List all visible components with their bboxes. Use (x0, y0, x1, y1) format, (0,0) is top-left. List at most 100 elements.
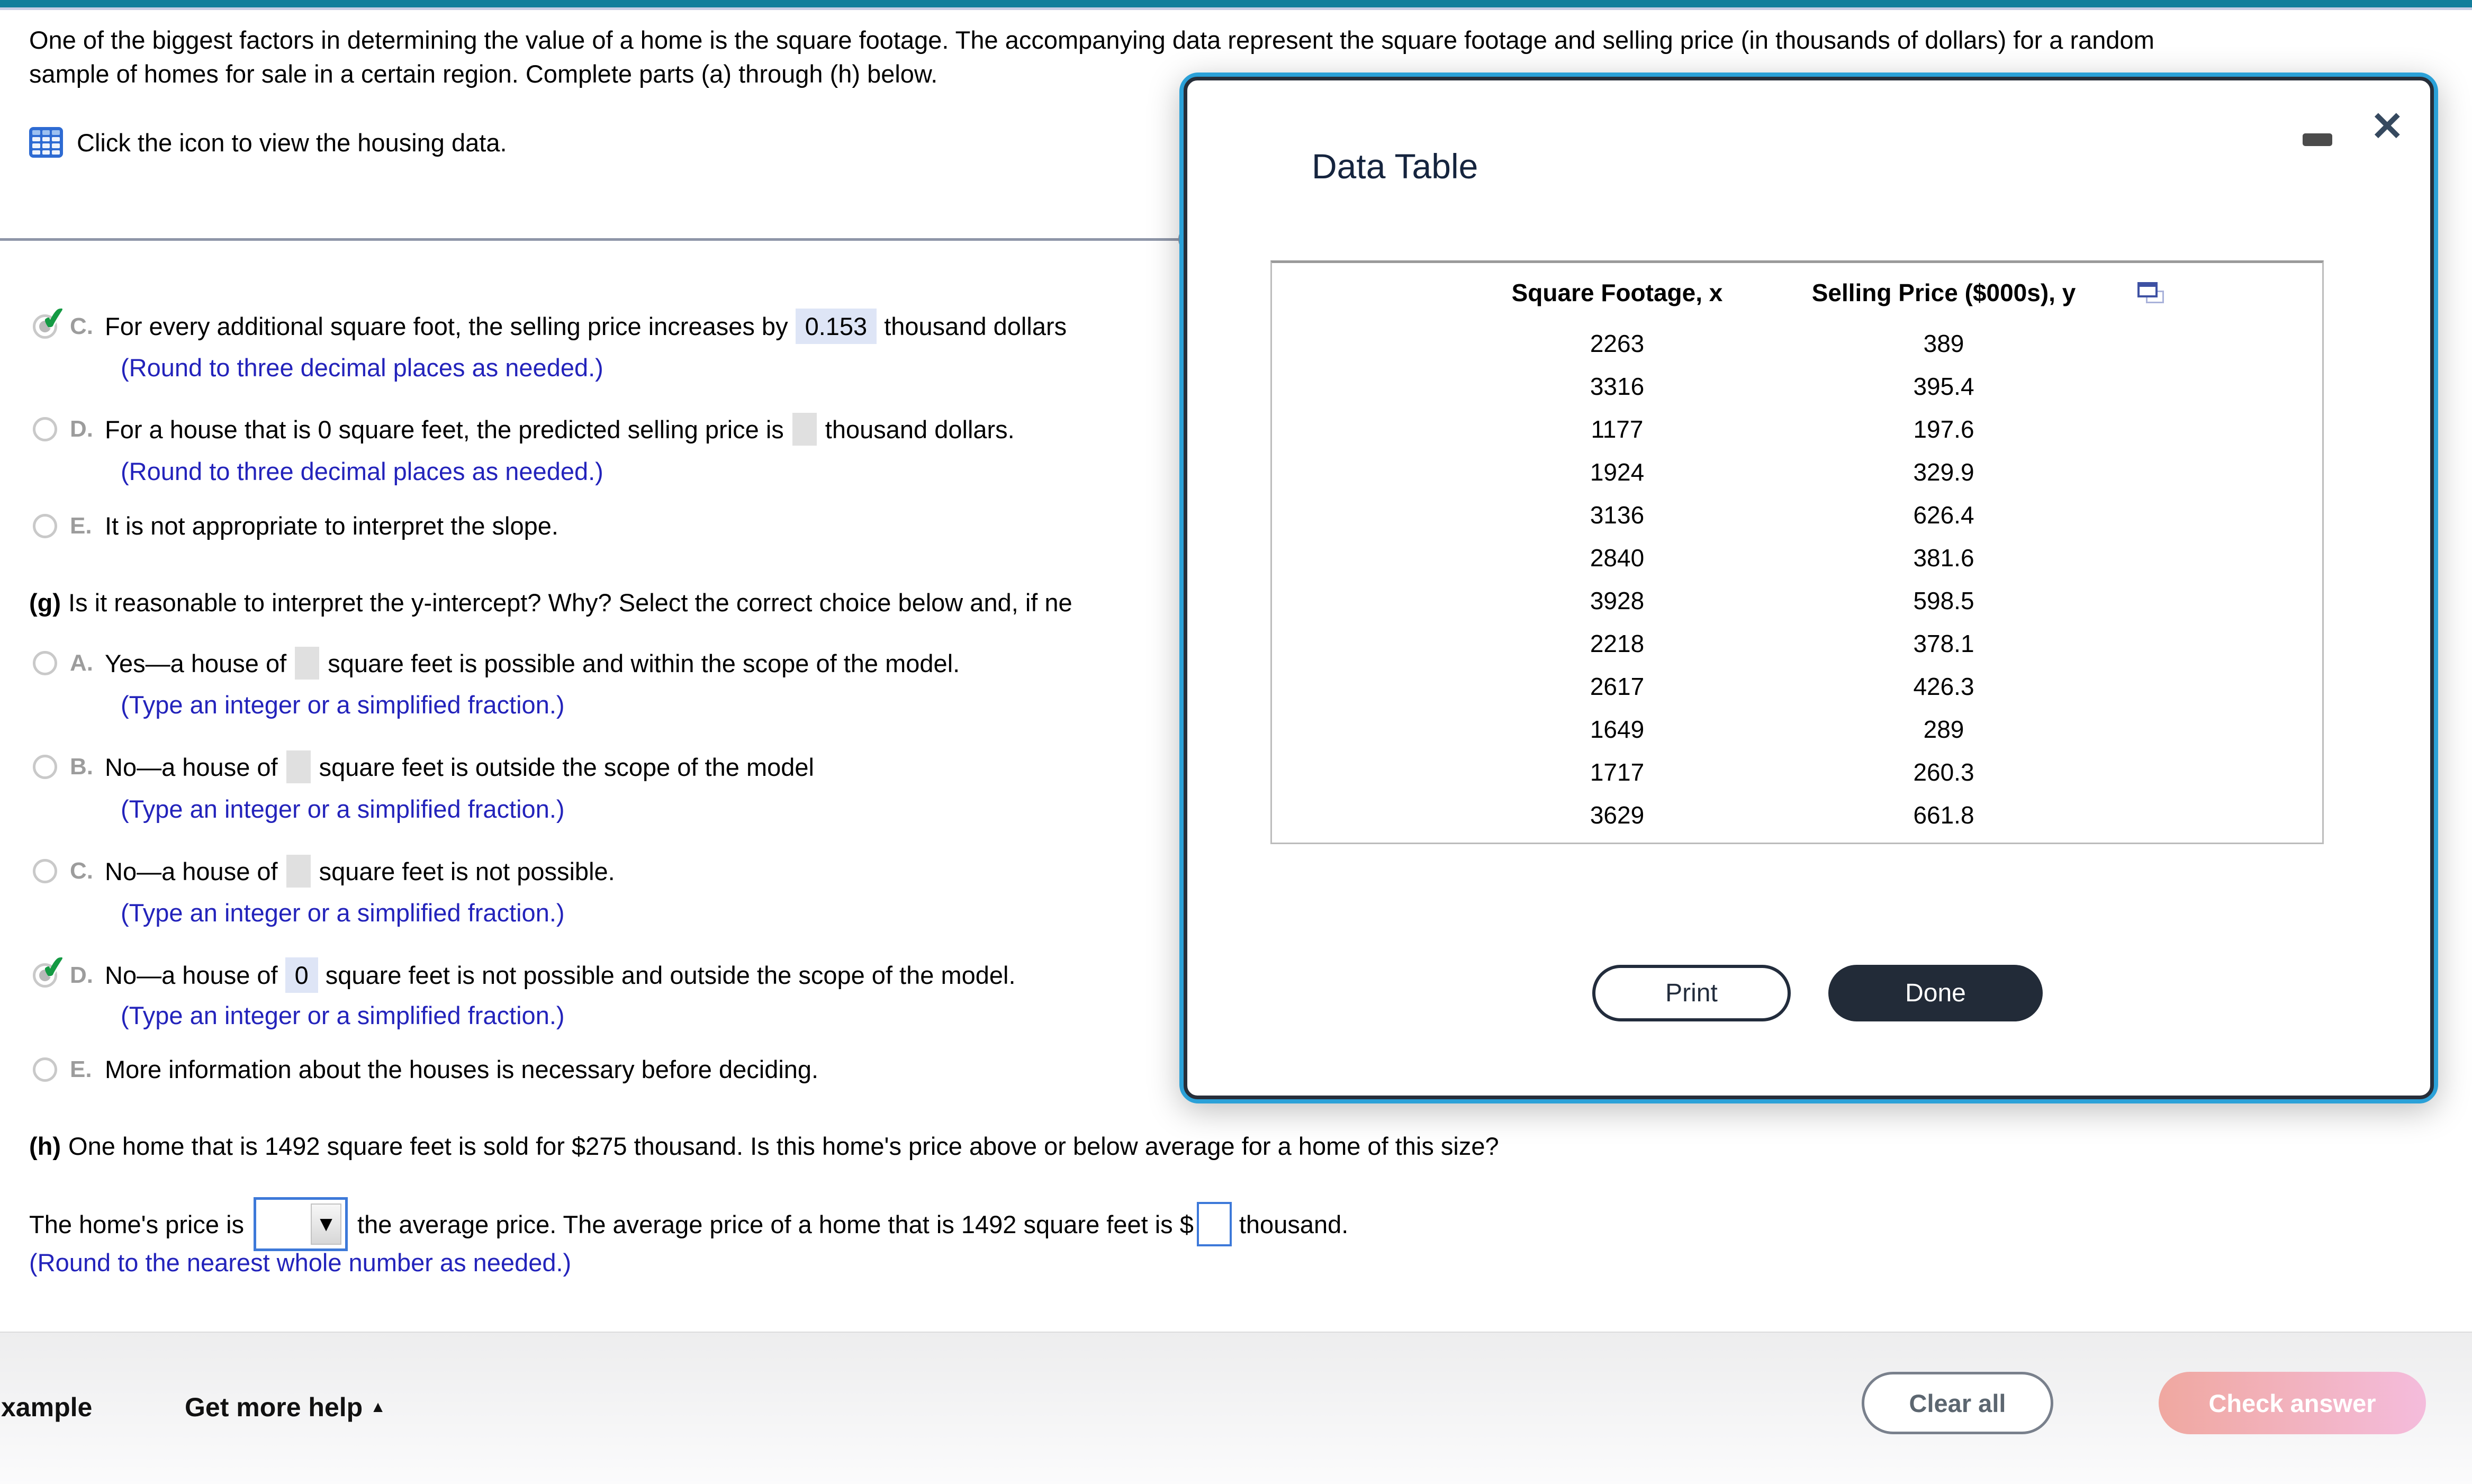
top-teal-bar (0, 0, 2472, 7)
option-row-g-b: B. No—a house of square feet is outside … (33, 750, 814, 783)
cell-selling-price: 329.9 (1913, 458, 1974, 486)
table-row: 2617 426.3 (1272, 665, 2322, 708)
caret-up-icon: ▲ (370, 1398, 386, 1416)
data-table-dialog: Data Table ✕ Square Footage, x Selling P… (1179, 73, 2438, 1103)
data-table: Square Footage, x Selling Price ($000s),… (1270, 260, 2324, 844)
problem-text-line2: sample of homes for sale in a certain re… (29, 60, 938, 88)
answer-box-g-b[interactable] (286, 750, 311, 783)
option-label: E. (70, 1056, 92, 1082)
option-text: More information about the houses is nec… (105, 1055, 819, 1083)
table-row: 2218 378.1 (1272, 622, 2322, 665)
option-text: square feet is not possible and outside … (325, 961, 1016, 989)
answer-box-slope[interactable]: 0.153 (795, 309, 877, 344)
option-text: For a house that is 0 square feet, the p… (105, 415, 784, 444)
cell-selling-price: 389 (1923, 330, 1964, 357)
option-text: Yes—a house of (105, 649, 287, 677)
answer-box-intercept[interactable] (792, 413, 817, 446)
cell-selling-price: 381.6 (1913, 544, 1974, 572)
answer-text: The home's price is (29, 1210, 245, 1238)
get-more-help-link[interactable]: Get more help ▲ (185, 1392, 386, 1423)
radio-option-g-e[interactable] (33, 1057, 57, 1082)
table-row: 1717 260.3 (1272, 751, 2322, 794)
cell-square-footage: 2263 (1590, 330, 1645, 357)
radio-option-g-d[interactable]: ✔ (33, 949, 69, 988)
get-more-help-label: Get more help (185, 1392, 363, 1422)
data-table-dialog-body: Data Table ✕ Square Footage, x Selling P… (1184, 77, 2434, 1099)
option-row-g-e: E. More information about the houses is … (33, 1055, 818, 1084)
cell-selling-price: 661.8 (1913, 801, 1974, 829)
option-text: No—a house of (105, 961, 278, 989)
answer-box-g-c[interactable] (286, 855, 311, 888)
option-text: thousand dollars. (825, 415, 1015, 444)
top-accent-line (0, 7, 2472, 10)
option-text: square feet is not possible. (319, 857, 615, 885)
homework-page: One of the biggest factors in determinin… (0, 0, 2472, 1484)
part-g-label: (g) (29, 589, 61, 617)
cell-square-footage: 2617 (1590, 673, 1645, 700)
hint-text: (Round to three decimal places as needed… (121, 457, 603, 485)
table-row: 2263 389 (1272, 322, 2322, 365)
cell-selling-price: 598.5 (1913, 587, 1974, 614)
option-row-f-d: D. For a house that is 0 square feet, th… (33, 413, 1015, 446)
radio-option-f-d[interactable] (33, 417, 57, 441)
radio-option-f-c[interactable]: ✔ (33, 300, 69, 339)
option-text: square feet is possible and within the s… (328, 649, 960, 677)
cell-square-footage: 2840 (1590, 544, 1645, 572)
radio-option-g-b[interactable] (33, 755, 57, 779)
cell-square-footage: 2218 (1590, 630, 1645, 657)
radio-option-g-a[interactable] (33, 651, 57, 675)
option-label: D. (70, 962, 93, 988)
part-h-question: (h) One home that is 1492 square feet is … (29, 1132, 1499, 1161)
answer-text: the average price. The average price of … (357, 1210, 1194, 1238)
above-below-dropdown[interactable]: ▼ (254, 1197, 348, 1251)
option-row-g-a: A. Yes—a house of square feet is possibl… (33, 647, 960, 680)
option-row-f-e: E. It is not appropriate to interpret th… (33, 511, 558, 540)
hint-text: (Type an integer or a simplified fractio… (121, 899, 565, 927)
minimize-icon[interactable] (2303, 133, 2332, 146)
part-h-label: (h) (29, 1132, 61, 1160)
cell-selling-price: 260.3 (1913, 758, 1974, 786)
print-button[interactable]: Print (1592, 965, 1791, 1021)
correct-check-icon: ✔ (39, 948, 69, 985)
table-row: 1177 197.6 (1272, 408, 2322, 451)
cell-square-footage: 3928 (1590, 587, 1645, 614)
copy-icon[interactable] (2137, 282, 2165, 305)
close-icon[interactable]: ✕ (2370, 107, 2404, 147)
done-button[interactable]: Done (1828, 965, 2043, 1021)
table-row: 3316 395.4 (1272, 365, 2322, 408)
check-answer-button[interactable]: Check answer (2159, 1372, 2426, 1434)
table-row: 1924 329.9 (1272, 451, 2322, 494)
part-g-text: Is it reasonable to interpret the y-inte… (68, 589, 1072, 617)
radio-option-g-c[interactable] (33, 859, 57, 883)
cell-square-footage: 1717 (1590, 758, 1645, 786)
answer-box-g-a[interactable] (295, 647, 320, 680)
cell-square-footage: 3629 (1590, 801, 1645, 829)
correct-check-icon: ✔ (39, 300, 69, 337)
answer-box-g-d[interactable]: 0 (285, 957, 318, 993)
cell-square-footage: 1177 (1591, 415, 1644, 443)
cell-square-footage: 3316 (1590, 373, 1645, 400)
part-h-text: One home that is 1492 square feet is sol… (68, 1132, 1499, 1160)
cell-selling-price: 197.6 (1913, 415, 1974, 443)
hint-text: (Type an integer or a simplified fractio… (121, 691, 565, 719)
icon-caption: Click the icon to view the housing data. (77, 128, 507, 157)
hint-text: (Round to three decimal places as needed… (121, 354, 603, 382)
data-table-icon[interactable] (29, 127, 63, 158)
cell-selling-price: 626.4 (1913, 501, 1974, 529)
answer-text: thousand. (1239, 1210, 1349, 1238)
dropdown-caret-icon[interactable]: ▼ (311, 1204, 342, 1245)
average-price-input[interactable] (1196, 1202, 1232, 1246)
data-table-body: 2263 389 3316 395.4 1177 197.6 1924 329.9 3136 62… (1272, 322, 2322, 837)
dialog-title: Data Table (1312, 147, 1478, 186)
radio-option-f-e[interactable] (33, 513, 57, 538)
cell-selling-price: 289 (1923, 716, 1964, 743)
table-row: 2840 381.6 (1272, 537, 2322, 580)
option-text: thousand dollars (884, 312, 1067, 340)
clear-all-button[interactable]: Clear all (1862, 1372, 2053, 1434)
view-example-link[interactable]: xample (1, 1392, 92, 1423)
option-label: D. (70, 416, 93, 442)
option-text: No—a house of (105, 857, 278, 885)
option-label: C. (70, 858, 93, 884)
part-h-answer-line: The home's price is ▼ the average price.… (29, 1197, 1348, 1251)
option-text: square feet is outside the scope of the … (319, 753, 814, 781)
